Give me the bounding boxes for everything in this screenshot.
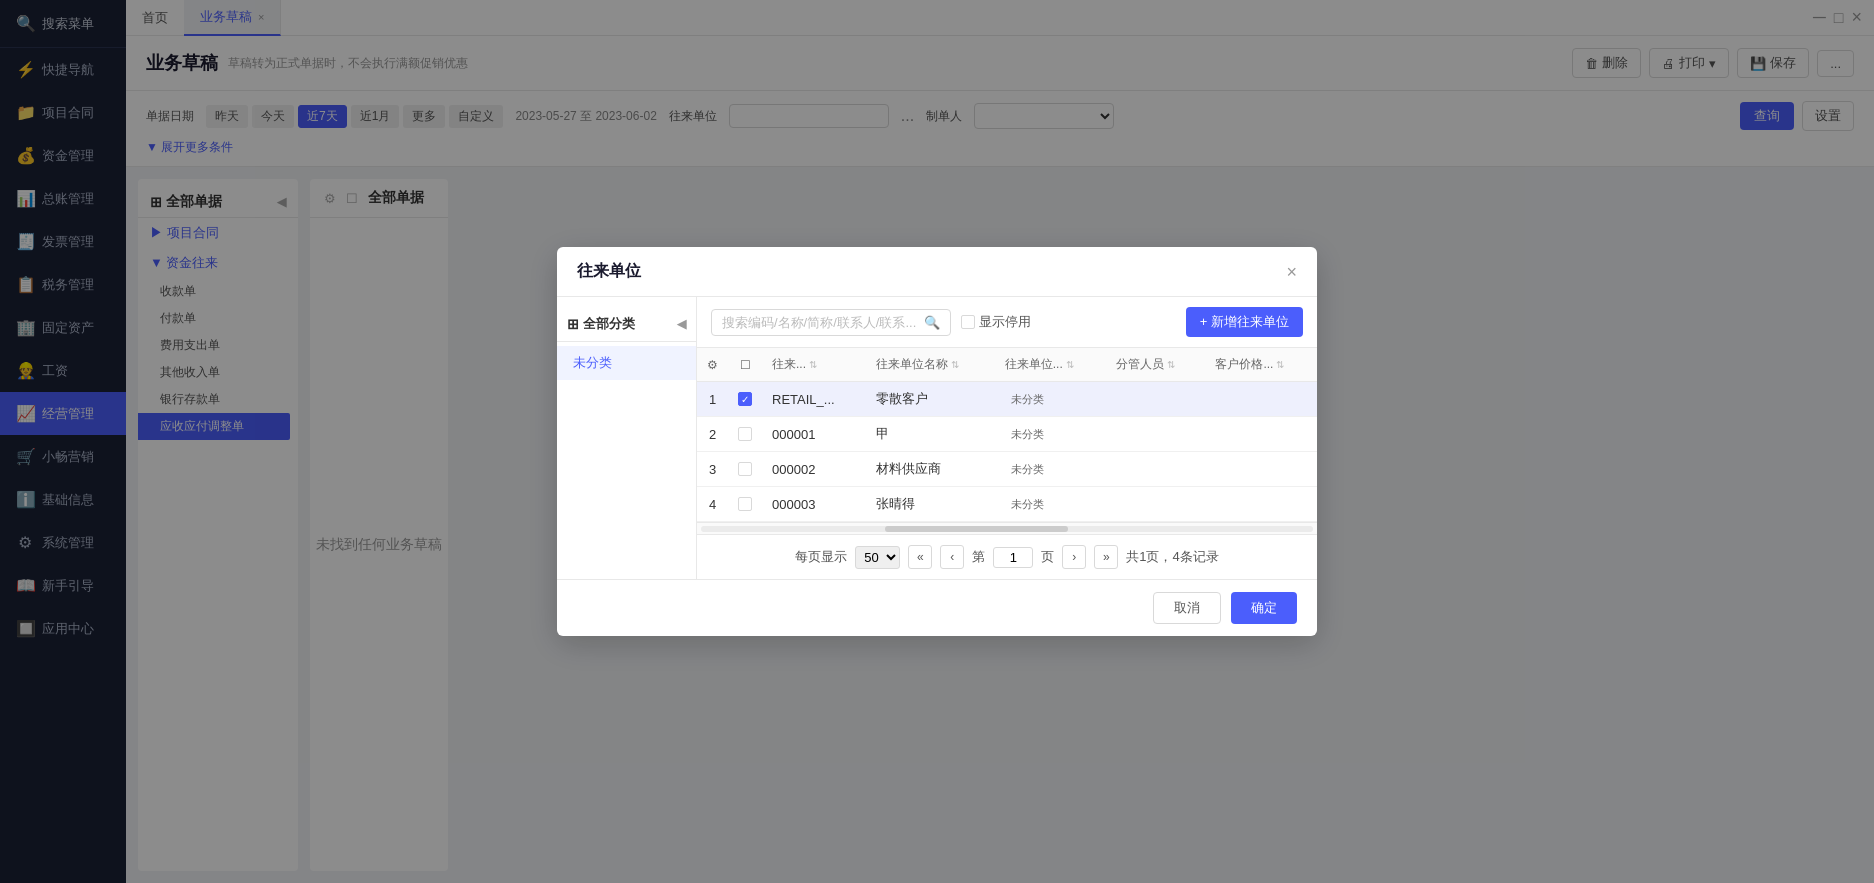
per-page-label: 每页显示 [795, 548, 847, 566]
dialog-main: 🔍 显示停用 + 新增往来单位 ⚙ ☐ [697, 297, 1317, 579]
th-manager[interactable]: 分管人员 ⇅ [1106, 348, 1205, 382]
th-code[interactable]: 往来... ⇅ [762, 348, 866, 382]
td-mgr-3 [1106, 452, 1205, 487]
table-row[interactable]: 1 ✓ RETAIL_... 零散客户 未分类 [697, 382, 1317, 417]
td-mgr-4 [1106, 487, 1205, 522]
dialog-search-icon: 🔍 [924, 315, 940, 330]
th-name[interactable]: 往来单位名称 ⇅ [866, 348, 995, 382]
dialog-search-input[interactable] [722, 315, 918, 330]
table-header-row: ⚙ ☐ 往来... ⇅ 往来单位 [697, 348, 1317, 382]
th-settings[interactable]: ⚙ [697, 348, 728, 382]
td-check-2[interactable] [728, 417, 762, 452]
party-dialog: 往来单位 × ⊞ 全部分类 ◀ 未分类 [557, 247, 1317, 636]
disabled-checkbox[interactable] [961, 315, 975, 329]
dialog-sidebar-collapse-icon[interactable]: ◀ [677, 317, 686, 331]
table-row[interactable]: 3 000002 材料供应商 未分类 [697, 452, 1317, 487]
dialog-sidebar: ⊞ 全部分类 ◀ 未分类 [557, 297, 697, 579]
dialog-sidebar-undivided[interactable]: 未分类 [557, 346, 696, 380]
dialog-toolbar: 🔍 显示停用 + 新增往来单位 [697, 297, 1317, 348]
td-code-3: 000002 [762, 452, 866, 487]
table-head: ⚙ ☐ 往来... ⇅ 往来单位 [697, 348, 1317, 382]
next-page-button[interactable]: › [1062, 545, 1086, 569]
per-page-select[interactable]: 50 [855, 546, 900, 569]
td-check-3[interactable] [728, 452, 762, 487]
dialog-search-box[interactable]: 🔍 [711, 309, 951, 336]
add-party-button[interactable]: + 新增往来单位 [1186, 307, 1303, 337]
th-category[interactable]: 往来单位... ⇅ [995, 348, 1107, 382]
th-price[interactable]: 客户价格... ⇅ [1205, 348, 1317, 382]
scrollbar-track [701, 526, 1313, 532]
td-code-1: RETAIL_... [762, 382, 866, 417]
show-disabled-checkbox[interactable]: 显示停用 [961, 313, 1031, 331]
td-name-4: 张晴得 [866, 487, 995, 522]
page-number-input[interactable] [993, 547, 1033, 568]
show-disabled-label: 显示停用 [979, 313, 1031, 331]
td-price-2 [1205, 417, 1317, 452]
td-cat-3: 未分类 [995, 452, 1107, 487]
dialog-pagination: 每页显示 50 « ‹ 第 页 › » 共1页，4条记录 [697, 534, 1317, 579]
td-price-1 [1205, 382, 1317, 417]
dialog-table: ⚙ ☐ 往来... ⇅ 往来单位 [697, 348, 1317, 522]
sort-icon-price: ⇅ [1276, 359, 1284, 370]
td-mgr-1 [1106, 382, 1205, 417]
confirm-button[interactable]: 确定 [1231, 592, 1297, 624]
first-page-button[interactable]: « [908, 545, 932, 569]
dialog-table-wrap: ⚙ ☐ 往来... ⇅ 往来单位 [697, 348, 1317, 522]
sort-icon-mgr: ⇅ [1167, 359, 1175, 370]
dialog-close-icon[interactable]: × [1286, 263, 1297, 281]
td-settings-2: 2 [697, 417, 728, 452]
sort-icon-code: ⇅ [809, 359, 817, 370]
td-name-1: 零散客户 [866, 382, 995, 417]
cancel-button[interactable]: 取消 [1153, 592, 1221, 624]
prev-page-button[interactable]: ‹ [940, 545, 964, 569]
td-settings-4: 4 [697, 487, 728, 522]
dialog-title: 往来单位 [577, 261, 641, 282]
td-name-2: 甲 [866, 417, 995, 452]
last-page-button[interactable]: » [1094, 545, 1118, 569]
sort-icon-name: ⇅ [951, 359, 959, 370]
td-code-4: 000003 [762, 487, 866, 522]
td-price-3 [1205, 452, 1317, 487]
table-body: 1 ✓ RETAIL_... 零散客户 未分类 2 [697, 382, 1317, 522]
sort-icon-cat: ⇅ [1066, 359, 1074, 370]
td-check-4[interactable] [728, 487, 762, 522]
dialog-scrollbar[interactable] [697, 522, 1317, 534]
dialog-overlay[interactable]: 往来单位 × ⊞ 全部分类 ◀ 未分类 [0, 0, 1874, 883]
td-cat-4: 未分类 [995, 487, 1107, 522]
td-settings-3: 3 [697, 452, 728, 487]
td-settings-1: 1 [697, 382, 728, 417]
page-label-post: 页 [1041, 548, 1054, 566]
scrollbar-thumb [885, 526, 1069, 532]
grid-icon-dlg: ⊞ [567, 316, 579, 332]
td-check-1[interactable]: ✓ [728, 382, 762, 417]
table-row[interactable]: 4 000003 张晴得 未分类 [697, 487, 1317, 522]
dialog-sidebar-header: ⊞ 全部分类 ◀ [557, 307, 696, 342]
table-row[interactable]: 2 000001 甲 未分类 [697, 417, 1317, 452]
page-label-pre: 第 [972, 548, 985, 566]
dialog-footer: 取消 确定 [557, 579, 1317, 636]
dialog-body: ⊞ 全部分类 ◀ 未分类 🔍 显示停用 [557, 297, 1317, 579]
total-records: 共1页，4条记录 [1126, 548, 1218, 566]
dialog-header: 往来单位 × [557, 247, 1317, 297]
td-mgr-2 [1106, 417, 1205, 452]
td-code-2: 000001 [762, 417, 866, 452]
td-price-4 [1205, 487, 1317, 522]
th-check[interactable]: ☐ [728, 348, 762, 382]
td-name-3: 材料供应商 [866, 452, 995, 487]
td-cat-1: 未分类 [995, 382, 1107, 417]
td-cat-2: 未分类 [995, 417, 1107, 452]
